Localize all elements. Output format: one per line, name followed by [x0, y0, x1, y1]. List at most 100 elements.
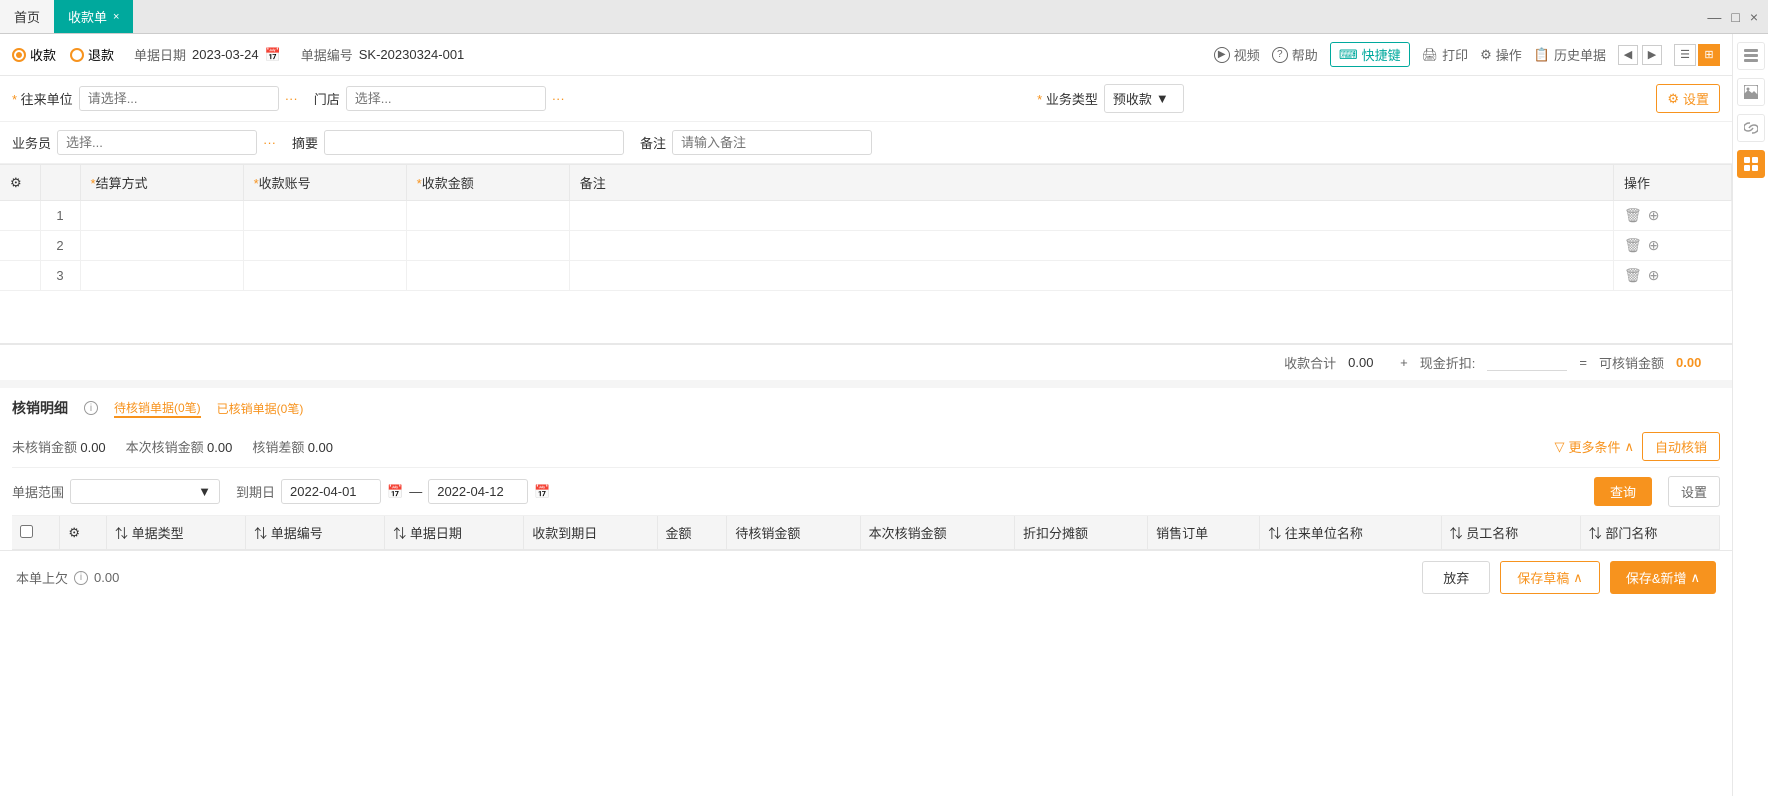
tab-receipt[interactable]: 收款单 ×	[54, 0, 133, 33]
view-toggle: ☰ ⊞	[1674, 44, 1720, 66]
employee-more-icon[interactable]: ···	[263, 135, 276, 150]
form-row-1: 往来单位 ··· 门店 ··· 业务类型 预收款 ▼ ⚙ 设置	[0, 76, 1732, 122]
done-tab[interactable]: 已核销单据(0笔)	[217, 400, 304, 417]
minimize-btn[interactable]: —	[1707, 9, 1721, 25]
video-action[interactable]: ▶ 视频	[1214, 45, 1260, 64]
store-more-icon[interactable]: ···	[552, 91, 565, 106]
copy-row-2-icon[interactable]: ⊕	[1648, 237, 1660, 254]
calendar-from-icon[interactable]: 📅	[387, 484, 403, 500]
td-amount-3[interactable]	[406, 261, 569, 291]
td-remark-2[interactable]	[569, 231, 1613, 261]
business-type-dropdown[interactable]: 预收款 ▼	[1104, 84, 1184, 113]
date-value: 2023-03-24	[192, 47, 259, 62]
th-discount-b: 折扣分摊额	[1014, 516, 1147, 550]
history-action[interactable]: 📋 历史单据	[1534, 45, 1606, 64]
setting-btn-sm[interactable]: 设置	[1668, 476, 1720, 507]
verification-info-icon[interactable]: i	[84, 401, 98, 415]
copy-row-1-icon[interactable]: ⊕	[1648, 207, 1660, 224]
settings-btn[interactable]: ⚙ 设置	[1656, 84, 1720, 113]
date-to-input[interactable]	[428, 479, 528, 504]
partner-label: 往来单位	[12, 89, 73, 108]
td-settlement-2[interactable]	[80, 231, 243, 261]
close-btn[interactable]: ×	[1750, 9, 1758, 25]
th-gear-bottom[interactable]: ⚙	[60, 516, 107, 550]
bottom-table-wrapper: ⚙ ⇅ 单据类型 ⇅ 单据编号 ⇅ 单据日期	[12, 516, 1720, 550]
setting-label: 设置	[1681, 485, 1707, 500]
sort-icon-3: ⇅	[393, 526, 406, 541]
query-btn[interactable]: 查询	[1594, 477, 1652, 506]
th-department: ⇅ 部门名称	[1580, 516, 1719, 550]
td-account-2[interactable]	[243, 231, 406, 261]
td-account-1[interactable]	[243, 201, 406, 231]
th-employee-name: ⇅ 员工名称	[1441, 516, 1580, 550]
list-view-btn[interactable]: ☰	[1674, 44, 1696, 66]
th-gear[interactable]: ⚙	[0, 165, 40, 201]
print-action[interactable]: 🖨 打印	[1422, 45, 1469, 64]
employee-input[interactable]	[57, 130, 257, 155]
th-settlement: *结算方式	[80, 165, 243, 201]
more-conditions-btn[interactable]: ▽ 更多条件 ∧	[1554, 437, 1634, 456]
td-account-3[interactable]	[243, 261, 406, 291]
unverified-stat: 未核销金额 0.00	[12, 437, 106, 456]
operations-label: 操作	[1496, 45, 1522, 64]
discard-label: 放弃	[1443, 571, 1469, 586]
delete-row-3-icon[interactable]: 🗑	[1624, 267, 1642, 284]
delete-row-1-icon[interactable]: 🗑	[1624, 207, 1642, 224]
sidebar-link-icon[interactable]	[1737, 114, 1765, 142]
tab-home-label: 首页	[14, 7, 40, 26]
partner-more-icon[interactable]: ···	[285, 91, 298, 106]
copy-row-3-icon[interactable]: ⊕	[1648, 267, 1660, 284]
td-remark-1[interactable]	[569, 201, 1613, 231]
verification-header: 核销明细 i 待核销单据(0笔) 已核销单据(0笔)	[12, 388, 1720, 426]
sort-icon-4: ⇅	[1268, 526, 1281, 541]
discard-btn[interactable]: 放弃	[1422, 561, 1490, 594]
info-icon-footer[interactable]: i	[74, 571, 88, 585]
delete-row-2-icon[interactable]: 🗑	[1624, 237, 1642, 254]
td-empty-2	[0, 231, 40, 261]
more-conditions-arrow: ∧	[1624, 439, 1634, 455]
summary-input[interactable]	[324, 130, 624, 155]
td-amount-2[interactable]	[406, 231, 569, 261]
save-draft-btn[interactable]: 保存草稿 ∧	[1500, 561, 1600, 594]
select-all-checkbox[interactable]	[20, 525, 33, 538]
partner-input[interactable]	[79, 86, 279, 111]
calendar-to-icon[interactable]: 📅	[534, 484, 550, 500]
date-separator: —	[409, 484, 422, 499]
date-from-input[interactable]	[281, 479, 381, 504]
radio-refund[interactable]: 退款	[70, 45, 114, 64]
td-actions-2: 🗑 ⊕	[1613, 231, 1731, 261]
more-conditions-label: 更多条件	[1568, 437, 1620, 456]
help-action[interactable]: ? 帮助	[1272, 45, 1318, 64]
next-arrow[interactable]: ▶	[1642, 45, 1662, 65]
td-settlement-1[interactable]	[80, 201, 243, 231]
auto-verify-btn[interactable]: 自动核销	[1642, 432, 1720, 461]
grid-view-btn[interactable]: ⊞	[1698, 44, 1720, 66]
th-pending-b: 待核销金额	[727, 516, 860, 550]
prev-arrow[interactable]: ◀	[1618, 45, 1638, 65]
th-doc-number: ⇅ 单据编号	[246, 516, 385, 550]
quickkey-btn[interactable]: ⌨ 快捷键	[1330, 42, 1410, 67]
save-new-btn[interactable]: 保存&新增 ∧	[1610, 561, 1716, 594]
store-input[interactable]	[346, 86, 546, 111]
calendar-icon[interactable]: 📅	[265, 47, 281, 63]
operations-action[interactable]: ⚙ 操作	[1480, 45, 1522, 64]
sidebar-image-icon[interactable]	[1737, 78, 1765, 106]
sidebar-table-icon[interactable]	[1737, 42, 1765, 70]
maximize-btn[interactable]: □	[1731, 9, 1739, 25]
radio-receipt[interactable]: 收款	[12, 45, 56, 64]
total-label: 收款合计	[1284, 353, 1336, 372]
discount-input[interactable]	[1487, 355, 1567, 371]
form-row-2: 业务员 ··· 摘要 备注	[0, 122, 1732, 164]
tab-home[interactable]: 首页	[0, 0, 54, 33]
sidebar-expand-icon[interactable]	[1737, 150, 1765, 178]
range-select[interactable]: ▼	[70, 479, 220, 504]
pending-tab[interactable]: 待核销单据(0笔)	[114, 399, 201, 418]
summary-group: 摘要	[292, 130, 624, 155]
td-settlement-3[interactable]	[80, 261, 243, 291]
th-partner-name: ⇅ 往来单位名称	[1260, 516, 1441, 550]
td-remark-3[interactable]	[569, 261, 1613, 291]
equals-sign: =	[1579, 355, 1587, 370]
remark-input[interactable]	[672, 130, 872, 155]
tab-receipt-close[interactable]: ×	[113, 11, 119, 23]
td-amount-1[interactable]	[406, 201, 569, 231]
